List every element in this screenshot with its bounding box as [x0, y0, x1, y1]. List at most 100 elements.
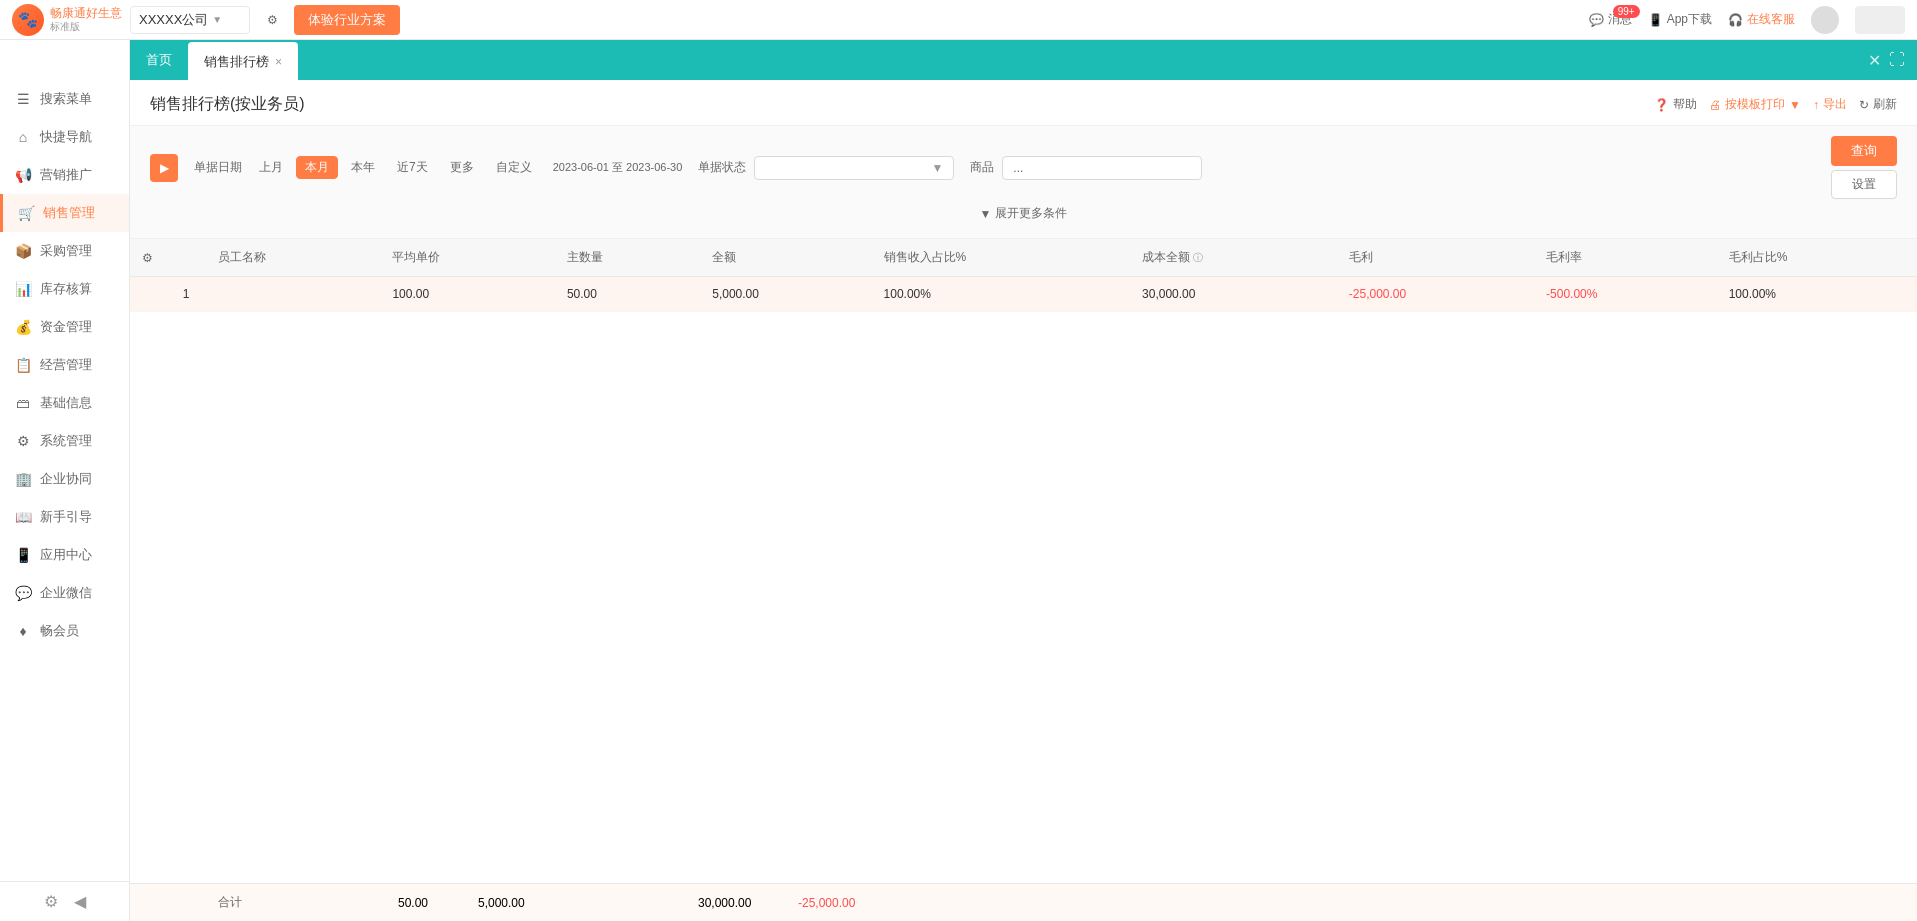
sidebar-label-sales: 销售管理 [43, 204, 95, 222]
refresh-button[interactable]: ↻ 刷新 [1859, 96, 1897, 113]
app-logo: 🐾 [12, 4, 44, 36]
app-name: 畅康通好生意 标准版 [50, 6, 122, 32]
date-btn-this-year[interactable]: 本年 [342, 156, 384, 179]
sidebar-item-inventory[interactable]: 📊 库存核算 [0, 270, 129, 308]
table-area: ⚙ 员工名称 平均单价 主数量 全额 销售收入占比% 成本全额 ⓘ 毛利 毛利率 [130, 239, 1917, 883]
wechat-icon: 💬 [14, 585, 32, 601]
top-bar: 🐾 畅康通好生意 标准版 XXXXX公司 ▼ ⚙ 体验行业方案 💬 消息 99+… [0, 0, 1917, 40]
message-icon: 💬 [1589, 13, 1604, 27]
sidebar-item-guide[interactable]: 📖 新手引导 [0, 498, 129, 536]
headset-icon: 🎧 [1728, 13, 1743, 27]
row-name [206, 277, 380, 312]
sidebar-item-quick-nav[interactable]: ⌂ 快捷导航 [0, 118, 129, 156]
sidebar-label-basic-info: 基础信息 [40, 394, 92, 412]
date-btn-last-7[interactable]: 近7天 [388, 156, 437, 179]
help-button[interactable]: ❓ 帮助 [1654, 96, 1697, 113]
tab-maximize-icon[interactable]: ⛶ [1889, 51, 1905, 69]
footer-amount: 5,000.00 [478, 896, 578, 910]
megaphone-icon: 📢 [14, 167, 32, 183]
col-header-amount: 全额 [700, 239, 871, 277]
top-settings-button[interactable]: ⚙ [258, 6, 286, 34]
tab-home[interactable]: 首页 [130, 40, 188, 80]
col-header-profit: 毛利 [1337, 239, 1534, 277]
col-header-cost: 成本全额 ⓘ [1130, 239, 1337, 277]
export-label: 导出 [1823, 96, 1847, 113]
help-label: 帮助 [1673, 96, 1697, 113]
row-amount: 5,000.00 [700, 277, 871, 312]
sidebar-item-wechat[interactable]: 💬 企业微信 [0, 574, 129, 612]
gear-icon: ⚙ [14, 433, 32, 449]
sidebar-item-finance[interactable]: 💰 资金管理 [0, 308, 129, 346]
filter-expand-row: ▼ 展开更多条件 [150, 199, 1897, 228]
tab-sales-rank[interactable]: 销售排行榜 × [188, 42, 298, 82]
user-name-placeholder [1855, 6, 1905, 34]
company-selector[interactable]: XXXXX公司 ▼ [130, 6, 250, 34]
filter-status-item: 单据状态 ▼ [698, 156, 954, 180]
sidebar-item-app-center[interactable]: 📱 应用中心 [0, 536, 129, 574]
trial-button[interactable]: 体验行业方案 [294, 5, 400, 35]
print-label: 按模板打印 [1725, 96, 1785, 113]
settings-button[interactable]: 设置 [1831, 170, 1897, 199]
sidebar-item-member[interactable]: ♦ 畅会员 [0, 612, 129, 650]
row-cost: 30,000.00 [1130, 277, 1337, 312]
col-header-sales-pct: 销售收入占比% [872, 239, 1130, 277]
export-button[interactable]: ↑ 导出 [1813, 96, 1847, 113]
sidebar-item-purchase[interactable]: 📦 采购管理 [0, 232, 129, 270]
settings-bottom-icon[interactable]: ⚙ [44, 892, 58, 911]
filter-toggle-button[interactable]: ▶ [150, 154, 178, 182]
tab-bar: 首页 销售排行榜 × ✕ ⛶ [130, 40, 1917, 80]
goods-input[interactable]: ... [1002, 156, 1202, 180]
main-area: ☰ 搜索菜单 ⌂ 快捷导航 📢 营销推广 🛒 销售管理 📦 采购管理 📊 库 [0, 40, 1917, 921]
filter-row-main: ▶ 单据日期 上月 本月 本年 近7天 更多 自定义 [150, 136, 1897, 199]
message-button[interactable]: 💬 消息 99+ [1589, 11, 1632, 28]
data-table: ⚙ 员工名称 平均单价 主数量 全额 销售收入占比% 成本全额 ⓘ 毛利 毛利率 [130, 239, 1917, 312]
date-btn-this-month[interactable]: 本月 [296, 156, 338, 179]
chevron-down-icon: ▼ [212, 14, 222, 25]
row-gear [130, 277, 166, 312]
col-header-name: 员工名称 [206, 239, 380, 277]
sidebar-item-sales[interactable]: 🛒 销售管理 [0, 194, 129, 232]
online-service-button[interactable]: 🎧 在线客服 [1728, 11, 1795, 28]
row-profit: -25,000.00 [1337, 277, 1534, 312]
message-badge: 99+ [1613, 5, 1640, 18]
table-footer: 合计 50.00 5,000.00 30,000.00 -25,000.00 [130, 883, 1917, 921]
filter-goods-item: 商品 ... [970, 156, 1202, 180]
footer-cost: 30,000.00 [698, 896, 798, 910]
cost-info-icon: ⓘ [1193, 252, 1203, 263]
mobile-icon: 📱 [1648, 13, 1663, 27]
user-avatar[interactable] [1811, 6, 1839, 34]
print-button[interactable]: 🖨 按模板打印 ▼ [1709, 96, 1801, 113]
collapse-icon[interactable]: ◀ [74, 892, 86, 911]
top-bar-right: 💬 消息 99+ 📱 App下载 🎧 在线客服 [1589, 6, 1905, 34]
tab-close-icon[interactable]: × [275, 55, 282, 69]
print-icon: 🖨 [1709, 98, 1721, 112]
sidebar-item-system[interactable]: ⚙ 系统管理 [0, 422, 129, 460]
date-btn-last-month[interactable]: 上月 [250, 156, 292, 179]
status-select[interactable]: ▼ [754, 156, 954, 180]
sidebar-item-basic-info[interactable]: 🗃 基础信息 [0, 384, 129, 422]
row-profit-rate: -500.00% [1534, 277, 1717, 312]
sidebar-item-operations[interactable]: 📋 经营管理 [0, 346, 129, 384]
page-header: 销售排行榜(按业务员) ❓ 帮助 🖨 按模板打印 ▼ ↑ [130, 80, 1917, 126]
expand-conditions-button[interactable]: ▼ 展开更多条件 [980, 205, 1068, 222]
expand-icon: ▼ [980, 207, 992, 221]
app-download-button[interactable]: 📱 App下载 [1648, 11, 1712, 28]
sidebar-label-system: 系统管理 [40, 432, 92, 450]
sidebar-item-search-order[interactable]: ☰ 搜索菜单 [0, 80, 129, 118]
sidebar-item-enterprise[interactable]: 🏢 企业协同 [0, 460, 129, 498]
date-filter-label: 单据日期 [194, 159, 242, 176]
sidebar-item-marketing[interactable]: 📢 营销推广 [0, 156, 129, 194]
query-settings-buttons: 查询 设置 [1831, 136, 1897, 199]
date-btn-custom[interactable]: 自定义 [487, 156, 541, 179]
query-button[interactable]: 查询 [1831, 136, 1897, 166]
tab-close-window-icon[interactable]: ✕ [1868, 51, 1881, 70]
app-download-label: App下载 [1667, 11, 1712, 28]
date-btn-more[interactable]: 更多 [441, 156, 483, 179]
sidebar-label-member: 畅会员 [40, 622, 79, 640]
col-header-gear[interactable]: ⚙ [130, 239, 166, 277]
refresh-icon: ↻ [1859, 98, 1869, 112]
table-row: 1 100.00 50.00 5,000.00 100.00% 30,000.0… [130, 277, 1917, 312]
book-icon: 📖 [14, 509, 32, 525]
top-bar-left: 🐾 畅康通好生意 标准版 XXXXX公司 ▼ ⚙ 体验行业方案 [12, 4, 1589, 36]
page-title: 销售排行榜(按业务员) [150, 94, 305, 115]
